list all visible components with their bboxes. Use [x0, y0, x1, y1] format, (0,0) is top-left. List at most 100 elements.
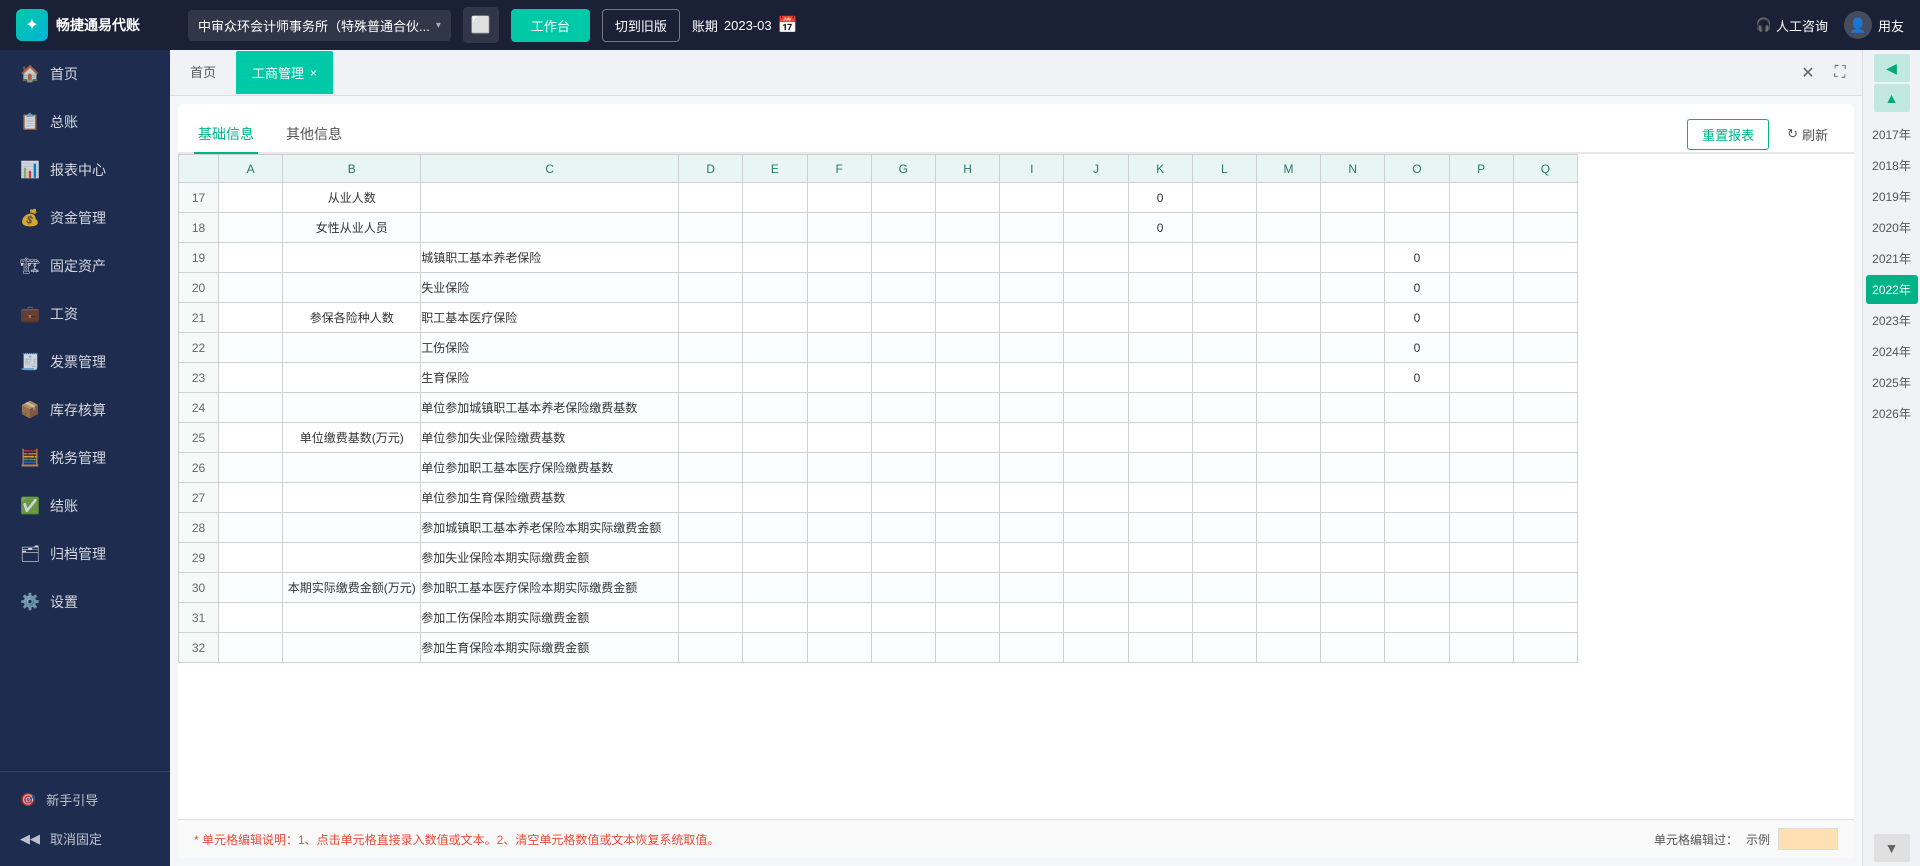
- cell-p[interactable]: [1449, 303, 1513, 333]
- cell-i[interactable]: [1000, 243, 1064, 273]
- cell-f[interactable]: [807, 483, 871, 513]
- panel-collapse-button[interactable]: ◀: [1874, 54, 1910, 82]
- cell-f[interactable]: [807, 513, 871, 543]
- cell-p[interactable]: [1449, 453, 1513, 483]
- cell-g[interactable]: [871, 393, 935, 423]
- cell-d[interactable]: [679, 213, 743, 243]
- cell-b[interactable]: [283, 243, 421, 273]
- cell-q[interactable]: [1513, 273, 1577, 303]
- cell-i[interactable]: [1000, 513, 1064, 543]
- cell-k[interactable]: [1128, 363, 1192, 393]
- cell-c[interactable]: 工伤保险: [421, 333, 679, 363]
- cell-o[interactable]: [1385, 543, 1449, 573]
- cell-e[interactable]: [743, 273, 807, 303]
- cell-l[interactable]: [1192, 573, 1256, 603]
- cell-l[interactable]: [1192, 423, 1256, 453]
- year-item[interactable]: 2026年: [1866, 399, 1918, 428]
- year-item[interactable]: 2025年: [1866, 368, 1918, 397]
- cell-a[interactable]: [219, 603, 283, 633]
- cell-g[interactable]: [871, 183, 935, 213]
- cell-o[interactable]: [1385, 633, 1449, 663]
- cell-c[interactable]: 生育保险: [421, 363, 679, 393]
- panel-up-button[interactable]: ▲: [1874, 84, 1910, 112]
- cell-n[interactable]: [1321, 573, 1385, 603]
- cell-m[interactable]: [1256, 273, 1320, 303]
- cell-n[interactable]: [1321, 333, 1385, 363]
- year-item[interactable]: 2022年: [1866, 275, 1918, 304]
- sidebar-item-settings[interactable]: ⚙️ 设置: [0, 578, 170, 626]
- cell-b[interactable]: [283, 453, 421, 483]
- cell-i[interactable]: [1000, 543, 1064, 573]
- cell-c[interactable]: 单位参加生育保险缴费基数: [421, 483, 679, 513]
- cell-c[interactable]: 单位参加城镇职工基本养老保险缴费基数: [421, 393, 679, 423]
- cell-p[interactable]: [1449, 273, 1513, 303]
- tab-basic-info[interactable]: 基础信息: [194, 116, 258, 154]
- sidebar-item-invoice[interactable]: 🧾 发票管理: [0, 338, 170, 386]
- cell-c[interactable]: 城镇职工基本养老保险: [421, 243, 679, 273]
- workbench-button[interactable]: 工作台: [511, 9, 590, 42]
- cell-b[interactable]: 单位缴费基数(万元): [283, 423, 421, 453]
- cell-l[interactable]: [1192, 363, 1256, 393]
- cell-g[interactable]: [871, 243, 935, 273]
- cell-q[interactable]: [1513, 603, 1577, 633]
- cell-g[interactable]: [871, 633, 935, 663]
- cell-o[interactable]: 0: [1385, 333, 1449, 363]
- cell-e[interactable]: [743, 513, 807, 543]
- year-item[interactable]: 2021年: [1866, 244, 1918, 273]
- cell-f[interactable]: [807, 183, 871, 213]
- cell-f[interactable]: [807, 243, 871, 273]
- cell-j[interactable]: [1064, 273, 1128, 303]
- cell-m[interactable]: [1256, 543, 1320, 573]
- cell-e[interactable]: [743, 363, 807, 393]
- tab-other-info[interactable]: 其他信息: [282, 116, 346, 154]
- cell-e[interactable]: [743, 603, 807, 633]
- cell-j[interactable]: [1064, 333, 1128, 363]
- cell-a[interactable]: [219, 393, 283, 423]
- cell-j[interactable]: [1064, 453, 1128, 483]
- cell-d[interactable]: [679, 453, 743, 483]
- cell-l[interactable]: [1192, 243, 1256, 273]
- sidebar-item-funds[interactable]: 💰 资金管理: [0, 194, 170, 242]
- cell-e[interactable]: [743, 333, 807, 363]
- cell-a[interactable]: [219, 183, 283, 213]
- cell-g[interactable]: [871, 303, 935, 333]
- cell-q[interactable]: [1513, 453, 1577, 483]
- sidebar-item-salary[interactable]: 💼 工资: [0, 290, 170, 338]
- cell-d[interactable]: [679, 483, 743, 513]
- cell-h[interactable]: [935, 573, 999, 603]
- cell-g[interactable]: [871, 573, 935, 603]
- cell-p[interactable]: [1449, 363, 1513, 393]
- cell-h[interactable]: [935, 243, 999, 273]
- year-item[interactable]: 2017年: [1866, 120, 1918, 149]
- cell-n[interactable]: [1321, 183, 1385, 213]
- cell-n[interactable]: [1321, 243, 1385, 273]
- cell-e[interactable]: [743, 243, 807, 273]
- cell-o[interactable]: [1385, 393, 1449, 423]
- cell-d[interactable]: [679, 243, 743, 273]
- cell-e[interactable]: [743, 393, 807, 423]
- cell-j[interactable]: [1064, 633, 1128, 663]
- cell-d[interactable]: [679, 393, 743, 423]
- cell-i[interactable]: [1000, 333, 1064, 363]
- cell-c[interactable]: 单位参加职工基本医疗保险缴费基数: [421, 453, 679, 483]
- cell-q[interactable]: [1513, 213, 1577, 243]
- cell-a[interactable]: [219, 303, 283, 333]
- cell-k[interactable]: [1128, 543, 1192, 573]
- cell-k[interactable]: [1128, 393, 1192, 423]
- cell-m[interactable]: [1256, 513, 1320, 543]
- cell-h[interactable]: [935, 603, 999, 633]
- cell-b[interactable]: [283, 513, 421, 543]
- cell-g[interactable]: [871, 363, 935, 393]
- cell-g[interactable]: [871, 513, 935, 543]
- cell-l[interactable]: [1192, 483, 1256, 513]
- cell-o[interactable]: [1385, 603, 1449, 633]
- cell-j[interactable]: [1064, 543, 1128, 573]
- cell-d[interactable]: [679, 183, 743, 213]
- cell-c[interactable]: 参加失业保险本期实际缴费金额: [421, 543, 679, 573]
- cell-i[interactable]: [1000, 423, 1064, 453]
- cell-n[interactable]: [1321, 393, 1385, 423]
- cell-i[interactable]: [1000, 393, 1064, 423]
- sidebar-item-assets[interactable]: 🏗 固定资产: [0, 242, 170, 290]
- cell-f[interactable]: [807, 333, 871, 363]
- cell-q[interactable]: [1513, 363, 1577, 393]
